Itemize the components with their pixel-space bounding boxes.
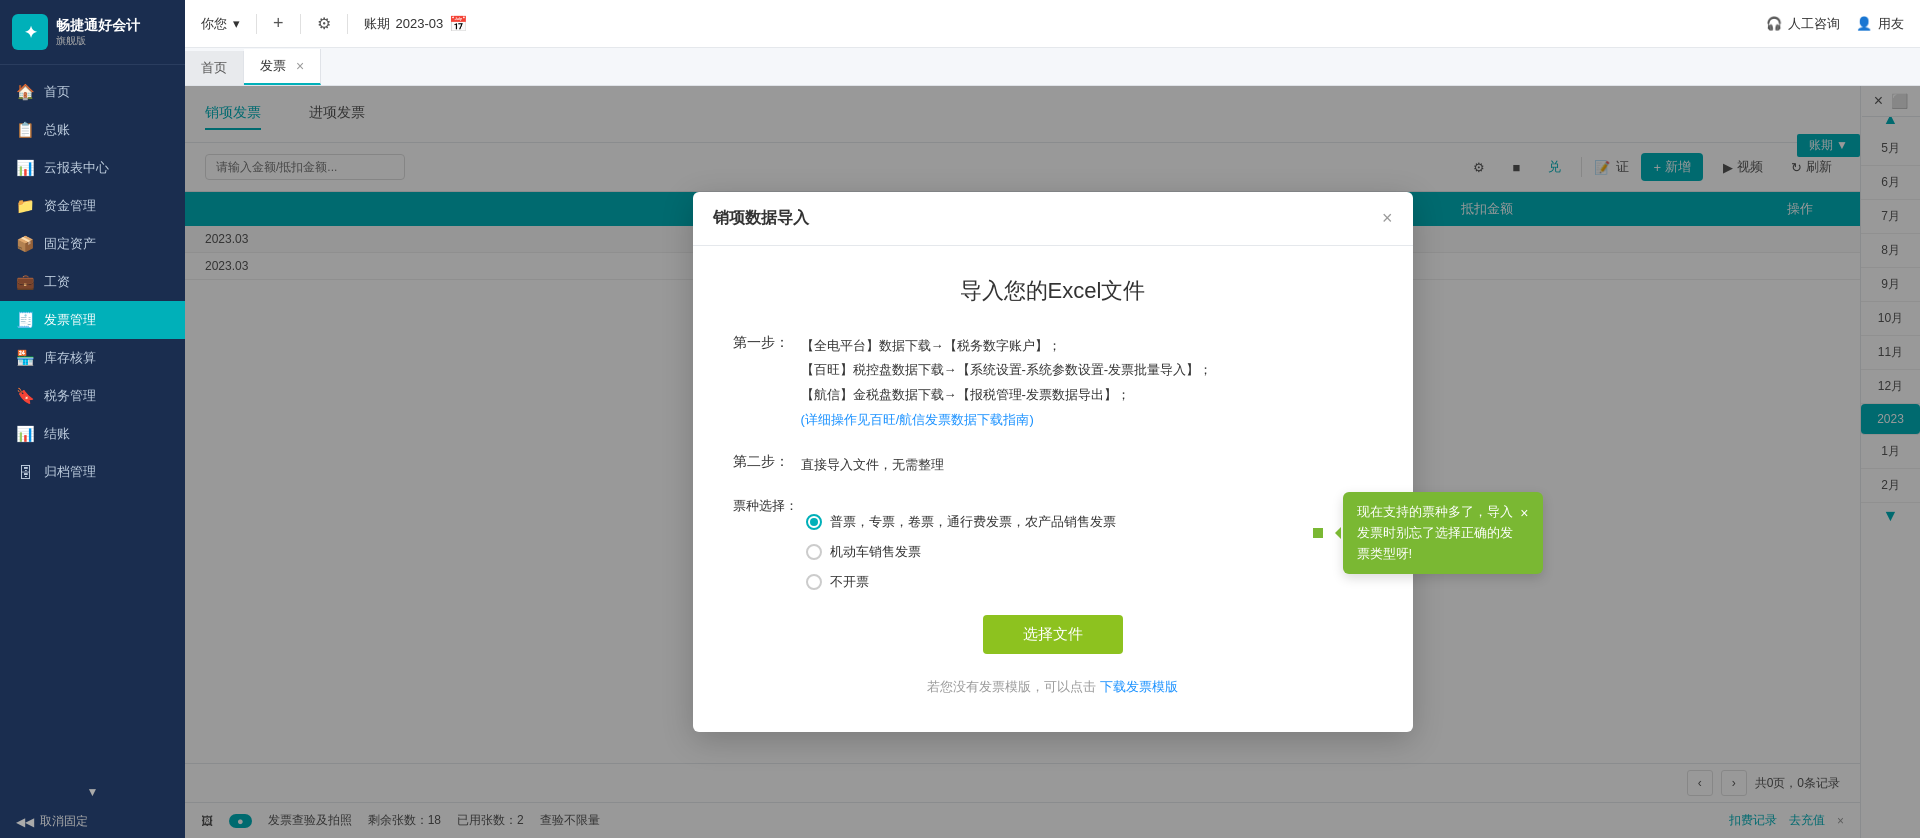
sidebar-cancel-pin[interactable]: ◀◀ 取消固定	[0, 805, 185, 838]
pin-icon: ◀◀	[16, 815, 34, 829]
topbar-right: 🎧 人工咨询 👤 用友	[1766, 15, 1904, 33]
archive-icon: 🗄	[16, 463, 34, 481]
topbar-divider-1	[256, 14, 257, 34]
sidebar-item-fixed-assets[interactable]: 📦 固定资产	[0, 225, 185, 263]
inventory-icon: 🏪	[16, 349, 34, 367]
import-modal: 销项数据导入 × 导入您的Excel文件 第一步： 【全电平台】数据下载→【税务…	[693, 192, 1413, 732]
radio-normal-circle	[806, 514, 822, 530]
tooltip-dot	[1313, 528, 1323, 538]
logo-text: 畅捷通好会计 旗舰版	[56, 16, 140, 48]
step2: 第二步： 直接导入文件，无需整理	[733, 453, 1373, 478]
tab-home-label: 首页	[201, 59, 227, 77]
sidebar-item-cloud-report[interactable]: 📊 云报表中心	[0, 149, 185, 187]
modal-main-title: 导入您的Excel文件	[733, 276, 1373, 306]
tab-invoice-label: 发票	[260, 57, 286, 75]
cloud-report-icon: 📊	[16, 159, 34, 177]
radio-motor[interactable]: 机动车销售发票	[806, 543, 1116, 561]
radio-group: 普票，专票，卷票，通行费发票，农产品销售发票 机动车销售发票 不开票	[806, 513, 1116, 591]
headset-icon: 🎧	[1766, 16, 1782, 31]
tax-icon: 🔖	[16, 387, 34, 405]
modal-title: 销项数据导入	[713, 208, 809, 229]
modal-body: 导入您的Excel文件 第一步： 【全电平台】数据下载→【税务数字账户】； 【百…	[693, 246, 1413, 732]
radio-motor-circle	[806, 544, 822, 560]
tooltip-close-btn[interactable]: ×	[1520, 502, 1528, 524]
radio-section-label: 票种选择：	[733, 497, 798, 515]
sidebar-item-archive[interactable]: 🗄 归档管理	[0, 453, 185, 491]
modal-footer: 若您没有发票模版，可以点击 下载发票模版	[733, 678, 1373, 712]
step1-label: 第一步：	[733, 334, 789, 433]
modal-header: 销项数据导入 ×	[693, 192, 1413, 246]
topbar-divider-2	[300, 14, 301, 34]
user-button[interactable]: 👤 用友	[1856, 15, 1904, 33]
radio-noinvoice[interactable]: 不开票	[806, 573, 1116, 591]
period-display: 账期 2023-03 📅	[364, 15, 469, 33]
help-button[interactable]: 🎧 人工咨询	[1766, 15, 1840, 33]
sidebar-item-tax[interactable]: 🔖 税务管理	[0, 377, 185, 415]
tabs-bar: 首页 发票 ×	[185, 48, 1920, 86]
tab-home[interactable]: 首页	[185, 51, 244, 85]
chevron-down-icon: ▾	[233, 16, 240, 31]
company-selector[interactable]: 你您 ▾	[201, 15, 240, 33]
sidebar-item-inventory[interactable]: 🏪 库存核算	[0, 339, 185, 377]
sidebar-item-settlement[interactable]: 📊 结账	[0, 415, 185, 453]
settlement-icon: 📊	[16, 425, 34, 443]
radio-section: 票种选择： 普票，专票，卷票，通行费发票，农产品销售发票	[733, 497, 1373, 591]
step2-label: 第二步：	[733, 453, 789, 478]
sidebar: ✦ 畅捷通好会计 旗舰版 🏠 首页 📋 总账 📊 云报表中心 📁 资金管理	[0, 0, 185, 838]
sidebar-item-invoice[interactable]: 🧾 发票管理	[0, 301, 185, 339]
salary-icon: 💼	[16, 273, 34, 291]
radio-normal-inner	[810, 518, 818, 526]
radio-noinvoice-circle	[806, 574, 822, 590]
modal-close-btn[interactable]: ×	[1382, 208, 1393, 229]
app-logo: ✦ 畅捷通好会计 旗舰版	[0, 0, 185, 65]
radio-normal[interactable]: 普票，专票，卷票，通行费发票，农产品销售发票	[806, 513, 1116, 531]
sidebar-item-home[interactable]: 🏠 首页	[0, 73, 185, 111]
sidebar-nav: 🏠 首页 📋 总账 📊 云报表中心 📁 资金管理 📦 固定资产 💼 工资	[0, 65, 185, 779]
page-content: 销项发票 进项发票 ⚙ ■ 兑	[185, 86, 1920, 838]
calendar-icon[interactable]: 📅	[449, 15, 468, 33]
tooltip-bubble: × 现在支持的票种多了，导入发票时别忘了选择正确的发票类型呀!	[1343, 492, 1543, 574]
step2-content: 直接导入文件，无需整理	[801, 453, 944, 478]
home-icon: 🏠	[16, 83, 34, 101]
step1-content: 【全电平台】数据下载→【税务数字账户】； 【百旺】税控盘数据下载→【系统设置-系…	[801, 334, 1213, 433]
add-button[interactable]: +	[273, 13, 284, 34]
modal-overlay: 销项数据导入 × 导入您的Excel文件 第一步： 【全电平台】数据下载→【税务…	[185, 86, 1920, 838]
settings-icon[interactable]: ⚙	[317, 14, 331, 33]
logo-icon: ✦	[12, 14, 48, 50]
ledger-icon: 📋	[16, 121, 34, 139]
select-file-btn[interactable]: 选择文件	[983, 615, 1123, 654]
topbar: 你您 ▾ + ⚙ 账期 2023-03 📅 🎧 人工咨询 👤 用友	[185, 0, 1920, 48]
fixed-assets-icon: 📦	[16, 235, 34, 253]
step1: 第一步： 【全电平台】数据下载→【税务数字账户】； 【百旺】税控盘数据下载→【系…	[733, 334, 1373, 433]
fund-icon: 📁	[16, 197, 34, 215]
sidebar-item-salary[interactable]: 💼 工资	[0, 263, 185, 301]
main-area: 你您 ▾ + ⚙ 账期 2023-03 📅 🎧 人工咨询 👤 用友	[185, 0, 1920, 838]
user-icon: 👤	[1856, 16, 1872, 31]
download-guide-link[interactable]: (详细操作见百旺/航信发票数据下载指南)	[801, 412, 1034, 427]
invoice-icon: 🧾	[16, 311, 34, 329]
tab-close-icon[interactable]: ×	[296, 58, 304, 74]
topbar-divider-3	[347, 14, 348, 34]
download-template-link[interactable]: 下载发票模版	[1100, 679, 1178, 694]
sidebar-scroll-down[interactable]: ▼	[0, 779, 185, 805]
tab-invoice[interactable]: 发票 ×	[244, 49, 321, 85]
sidebar-item-fund[interactable]: 📁 资金管理	[0, 187, 185, 225]
sidebar-item-ledger[interactable]: 📋 总账	[0, 111, 185, 149]
